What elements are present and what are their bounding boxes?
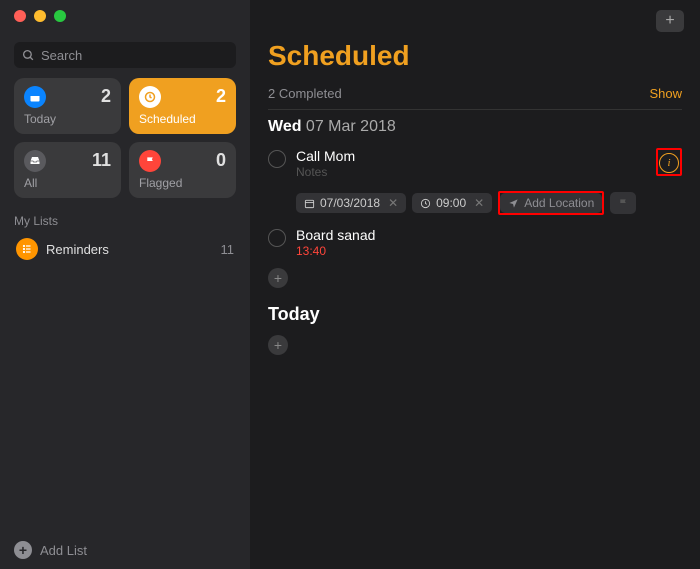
time-pill-value: 09:00 (436, 196, 466, 210)
smart-today-label: Today (24, 112, 111, 126)
list-bullet-icon (16, 238, 38, 260)
plus-icon: + (665, 12, 674, 30)
new-reminder-button[interactable]: + (656, 10, 684, 32)
completed-count: 2 Completed (268, 86, 342, 101)
sidebar: 2 Today 2 Scheduled 11 All (0, 0, 250, 569)
reminder-title[interactable]: Board sanad (296, 227, 682, 243)
my-lists-header: My Lists (14, 214, 236, 228)
calendar-icon (304, 198, 315, 209)
smart-all-count: 11 (92, 150, 111, 171)
smart-all[interactable]: 11 All (14, 142, 121, 198)
minimize-window-button[interactable] (34, 10, 46, 22)
date-weekday: Wed (268, 118, 301, 135)
reminder-item[interactable]: Call Mom Notes i (268, 142, 682, 185)
date-pill[interactable]: 07/03/2018 ✕ (296, 193, 406, 213)
show-completed-link[interactable]: Show (649, 86, 682, 101)
close-window-button[interactable] (14, 10, 26, 22)
page-title: Scheduled (268, 40, 682, 72)
smart-scheduled[interactable]: 2 Scheduled (129, 78, 236, 134)
completed-row: 2 Completed Show (268, 86, 682, 110)
time-pill[interactable]: 09:00 ✕ (412, 193, 492, 213)
add-list-button[interactable]: + Add List (14, 541, 236, 559)
reminder-notes-field[interactable]: Notes (296, 165, 646, 179)
clear-time-button[interactable]: ✕ (474, 196, 484, 210)
fullscreen-window-button[interactable] (54, 10, 66, 22)
add-reminder-button[interactable]: + (268, 335, 288, 355)
smart-today[interactable]: 2 Today (14, 78, 121, 134)
date-header: Wed 07 Mar 2018 (268, 118, 682, 142)
reminder-item[interactable]: Board sanad 13:40 (268, 221, 682, 264)
location-arrow-icon (508, 198, 519, 209)
search-input[interactable] (41, 48, 228, 63)
complete-toggle[interactable] (268, 229, 286, 247)
info-button[interactable]: i (659, 153, 679, 173)
plus-icon: + (14, 541, 32, 559)
smart-flagged-count: 0 (216, 150, 226, 171)
main-panel: + Scheduled 2 Completed Show Wed 07 Mar … (250, 0, 700, 569)
today-section-header: Today (268, 298, 682, 331)
smart-lists-grid: 2 Today 2 Scheduled 11 All (14, 78, 236, 198)
list-reminders[interactable]: Reminders 11 (14, 232, 236, 266)
reminder-detail-pills: 07/03/2018 ✕ 09:00 ✕ Add Location (296, 191, 682, 215)
clock-icon (139, 86, 161, 108)
smart-all-label: All (24, 176, 111, 190)
calendar-icon (24, 86, 46, 108)
search-field[interactable] (14, 42, 236, 68)
add-location-pill[interactable]: Add Location (500, 193, 602, 213)
clear-date-button[interactable]: ✕ (388, 196, 398, 210)
flag-toggle[interactable] (610, 192, 636, 214)
complete-toggle[interactable] (268, 150, 286, 168)
window-controls (14, 10, 66, 22)
add-list-label: Add List (40, 543, 87, 558)
date-pill-value: 07/03/2018 (320, 196, 380, 210)
smart-scheduled-label: Scheduled (139, 112, 226, 126)
smart-scheduled-count: 2 (216, 86, 226, 107)
date-rest: 07 Mar 2018 (301, 118, 395, 135)
flag-icon (139, 150, 161, 172)
list-name: Reminders (46, 242, 213, 257)
clock-icon (420, 198, 431, 209)
search-icon (22, 49, 35, 62)
add-reminder-button[interactable]: + (268, 268, 288, 288)
add-location-label: Add Location (524, 196, 594, 210)
smart-flagged[interactable]: 0 Flagged (129, 142, 236, 198)
smart-flagged-label: Flagged (139, 176, 226, 190)
smart-today-count: 2 (101, 86, 111, 107)
tray-icon (24, 150, 46, 172)
list-count: 11 (221, 242, 235, 257)
reminder-overdue-time: 13:40 (296, 244, 682, 258)
reminder-title[interactable]: Call Mom (296, 148, 646, 164)
